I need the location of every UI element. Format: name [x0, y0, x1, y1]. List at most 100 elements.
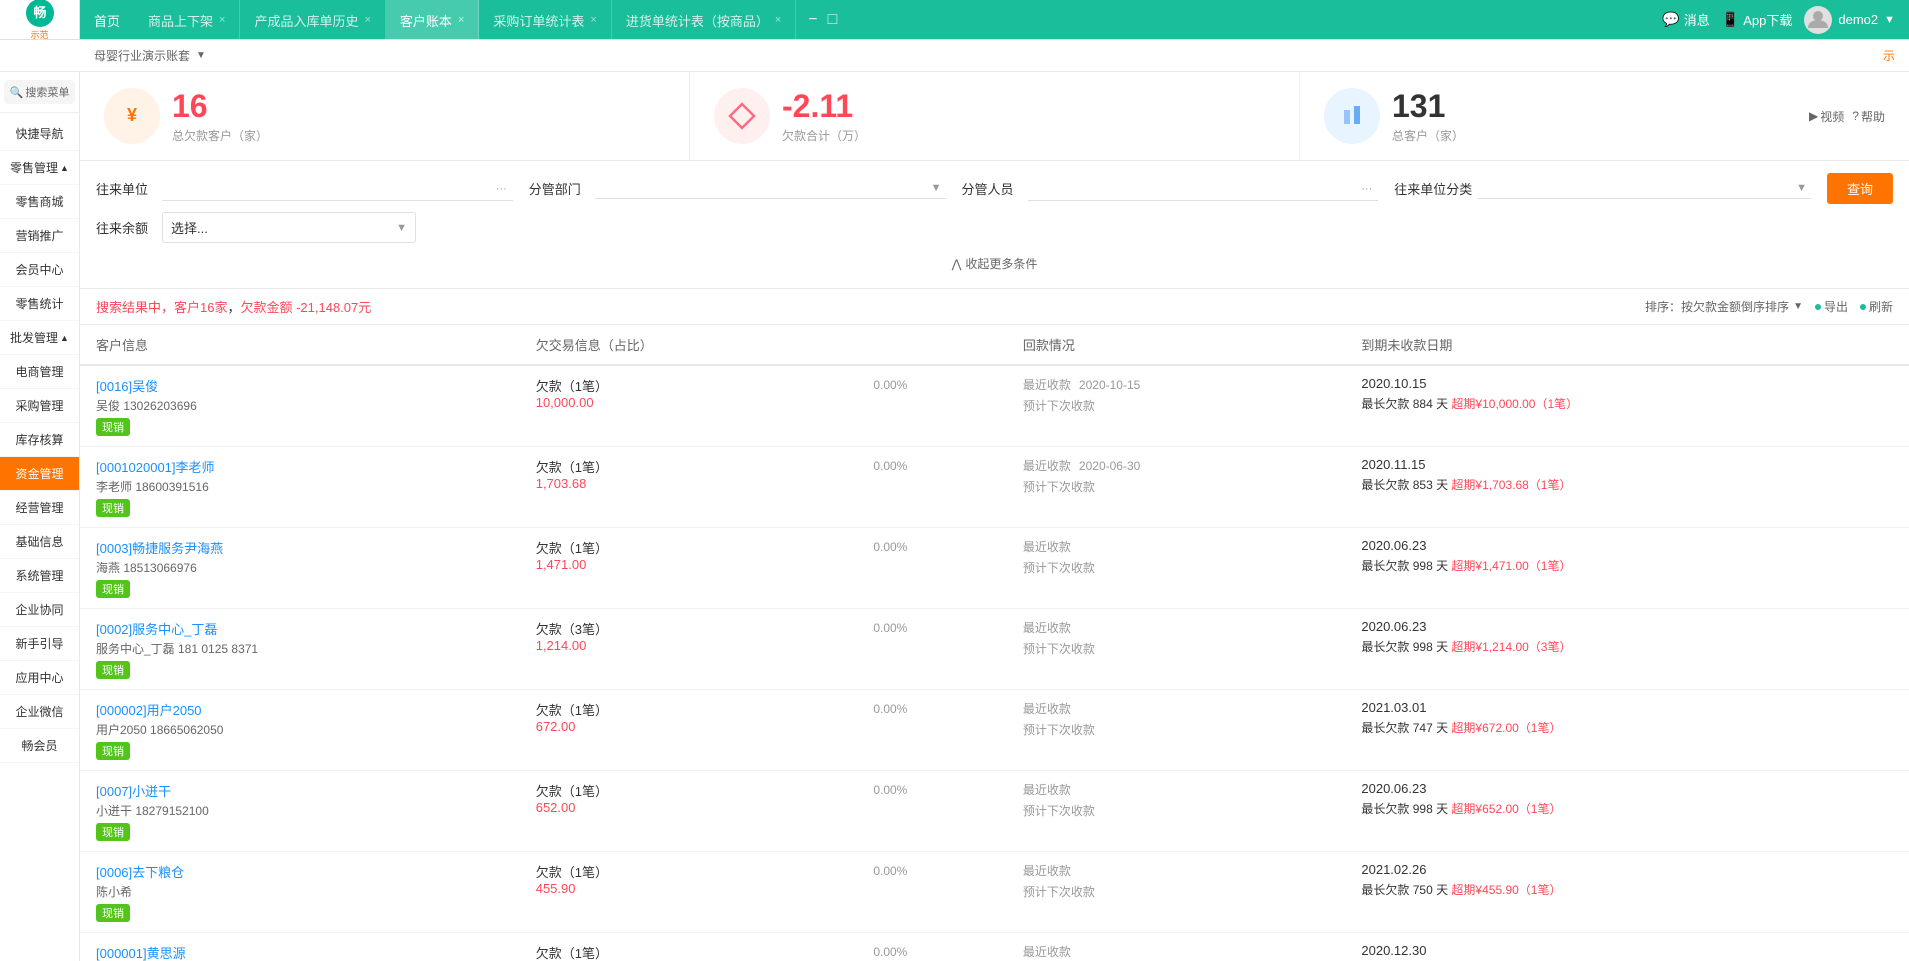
- debt-amount[interactable]: 652.00: [536, 800, 842, 815]
- customer-name-link[interactable]: [0016]吴俊: [96, 376, 504, 395]
- person-input[interactable]: [1028, 177, 1379, 201]
- company-selector[interactable]: 母婴行业演示账套 ▼: [80, 47, 220, 64]
- sidebar-item-app-center[interactable]: 应用中心: [0, 661, 79, 695]
- app-download-btn[interactable]: 📱 App下载: [1722, 10, 1793, 29]
- filter-dept-label: 分管部门: [529, 179, 589, 198]
- customer-name-link[interactable]: [000002]用户2050: [96, 700, 504, 719]
- debt-amount[interactable]: 1,214.00: [536, 638, 842, 653]
- due-date: 2020.12.30: [1361, 943, 1893, 958]
- message-btn[interactable]: 💬 消息: [1662, 10, 1709, 29]
- customer-name-link[interactable]: [0006]去下粮仓: [96, 862, 504, 881]
- search-menu-btn[interactable]: 🔍 搜索菜单: [4, 80, 75, 104]
- help-btn[interactable]: ? 帮助: [1852, 108, 1885, 125]
- sidebar-item-marketing[interactable]: 营销推广: [0, 219, 79, 253]
- sidebar-item-finance[interactable]: 资金管理: [0, 457, 79, 491]
- overdue-link[interactable]: 超期¥1,471.00（1笔）: [1451, 559, 1571, 573]
- customer-name-link[interactable]: [0007]小迸干: [96, 781, 504, 800]
- customer-name-link[interactable]: [0002]服务中心_丁磊: [96, 619, 504, 638]
- sort-select[interactable]: 排序：按欠款金额倒序排序 ▼: [1645, 298, 1803, 315]
- tab-customer-account[interactable]: 客户账本 ×: [386, 0, 479, 40]
- debt-amount[interactable]: 672.00: [536, 719, 842, 734]
- unit-category-select[interactable]: ▼: [1478, 178, 1811, 199]
- minimize-btn[interactable]: −: [808, 11, 817, 29]
- sidebar-item-retail-stats[interactable]: 零售统计: [0, 287, 79, 321]
- tab-close-icon[interactable]: ×: [590, 14, 596, 26]
- collapse-btn[interactable]: ⋀ 收起更多条件: [96, 251, 1893, 276]
- sidebar-item-retail-store[interactable]: 零售商城: [0, 185, 79, 219]
- tab-close-icon[interactable]: ×: [219, 14, 225, 26]
- overdue-link[interactable]: 超期¥10,000.00（1笔）: [1451, 397, 1578, 411]
- customer-info-cell: [0007]小迸干 小迸干 18279152100 现销: [80, 771, 520, 852]
- sidebar-item-batch-mgmt[interactable]: 批发管理 ▲: [0, 321, 79, 355]
- sidebar-item-enterprise-wechat[interactable]: 企业微信: [0, 695, 79, 729]
- tab-purchase-order[interactable]: 采购订单统计表 ×: [479, 0, 611, 40]
- overdue-link[interactable]: 超期¥455.90（1笔）: [1451, 883, 1561, 897]
- customer-name-link[interactable]: [000001]黄思源: [96, 943, 504, 961]
- filter-supplier-wrap: ···: [162, 177, 513, 201]
- max-days: 最长欠款 853 天: [1361, 478, 1451, 492]
- sidebar-item-quick-nav[interactable]: 快捷导航: [0, 117, 79, 151]
- debt-info-cell: 欠款（1笔） 672.00: [520, 690, 858, 771]
- tab-products-off[interactable]: 商品上下架 ×: [134, 0, 240, 40]
- debt-amount[interactable]: 1,703.68: [536, 476, 842, 491]
- query-button[interactable]: 查询: [1827, 173, 1893, 204]
- last-pay-label: 最近收款: [1023, 862, 1071, 879]
- last-pay-label: 最近收款: [1023, 781, 1071, 798]
- supplier-input[interactable]: [162, 177, 513, 201]
- customer-badge: 现销: [96, 904, 130, 922]
- svg-text:¥: ¥: [127, 105, 137, 125]
- maximize-btn[interactable]: □: [828, 11, 838, 29]
- customer-name-link[interactable]: [0003]畅捷服务尹海燕: [96, 538, 504, 557]
- sidebar-item-member-center[interactable]: 会员中心: [0, 253, 79, 287]
- debt-label: 欠款（1笔）: [536, 700, 842, 719]
- help-icon: ?: [1852, 109, 1859, 123]
- sidebar-item-purchase-mgmt[interactable]: 采购管理: [0, 389, 79, 423]
- sidebar-item-new-guide[interactable]: 新手引导: [0, 627, 79, 661]
- overdue-link[interactable]: 超期¥652.00（1笔）: [1451, 802, 1561, 816]
- stats-row: ¥ 16 总欠款客户（家）: [80, 72, 1909, 161]
- refresh-icon: [1860, 304, 1866, 310]
- tab-close-icon[interactable]: ×: [775, 14, 781, 26]
- sidebar-item-ecommerce[interactable]: 电商管理: [0, 355, 79, 389]
- customer-name-link[interactable]: [0001020001]李老师: [96, 457, 504, 476]
- search-menu-area: 🔍 搜索菜单: [0, 72, 79, 113]
- due-date: 2020.11.15: [1361, 457, 1893, 472]
- sidebar-item-畅会员[interactable]: 畅会员: [0, 729, 79, 763]
- overdue-link[interactable]: 超期¥672.00（1笔）: [1451, 721, 1561, 735]
- sidebar-item-system-mgmt[interactable]: 系统管理: [0, 559, 79, 593]
- company-name: 母婴行业演示账套: [94, 47, 190, 64]
- filter-balance: 往来余额 选择... ▼: [96, 212, 416, 243]
- customer-sub: 吴俊 13026203696: [96, 397, 504, 414]
- tab-production-history[interactable]: 产成品入库单历史 ×: [240, 0, 385, 40]
- debt-label: 欠款（1笔）: [536, 781, 842, 800]
- sidebar-item-retail-mgmt[interactable]: 零售管理 ▲: [0, 151, 79, 185]
- overdue-link[interactable]: 超期¥1,214.00（3笔）: [1451, 640, 1571, 654]
- debt-amount[interactable]: 10,000.00: [536, 395, 842, 410]
- tab-home[interactable]: 首页: [80, 0, 134, 40]
- balance-select[interactable]: 选择... ▼: [162, 212, 416, 243]
- debt-amount[interactable]: 1,471.00: [536, 557, 842, 572]
- table-area: 客户信息 欠交易信息（占比） 回款情况 到期未收款日期 [0016]吴俊 吴俊 …: [80, 325, 1909, 961]
- video-btn[interactable]: ▶ 视频: [1809, 108, 1844, 125]
- sidebar-item-inventory[interactable]: 库存核算: [0, 423, 79, 457]
- supplier-more-icon[interactable]: ···: [496, 183, 507, 195]
- return-cell: 最近收款 预计下次收款: [1007, 771, 1345, 852]
- show-btn[interactable]: 示: [1883, 47, 1909, 64]
- filter-unit-category: 往来单位分类 ▼: [1394, 178, 1811, 199]
- dept-select[interactable]: ▼: [595, 178, 946, 199]
- export-icon: [1815, 304, 1821, 310]
- person-more-icon[interactable]: ···: [1361, 183, 1372, 195]
- user-area[interactable]: demo2 ▼: [1804, 6, 1895, 34]
- tab-close-icon[interactable]: ×: [364, 14, 370, 26]
- tab-close-icon[interactable]: ×: [458, 14, 464, 26]
- tab-incoming-stats[interactable]: 进货单统计表（按商品） ×: [612, 0, 796, 40]
- sidebar-item-basic-info[interactable]: 基础信息: [0, 525, 79, 559]
- overdue-link[interactable]: 超期¥1,703.68（1笔）: [1451, 478, 1571, 492]
- refresh-btn[interactable]: 刷新: [1860, 298, 1893, 315]
- export-btn[interactable]: 导出: [1815, 298, 1848, 315]
- debt-pct-cell: 0.00%: [857, 609, 1007, 690]
- debt-amount[interactable]: 455.90: [536, 881, 842, 896]
- sidebar-item-enterprise-collab[interactable]: 企业协同: [0, 593, 79, 627]
- sidebar-item-operations[interactable]: 经营管理: [0, 491, 79, 525]
- last-pay-label: 最近收款: [1023, 700, 1071, 717]
